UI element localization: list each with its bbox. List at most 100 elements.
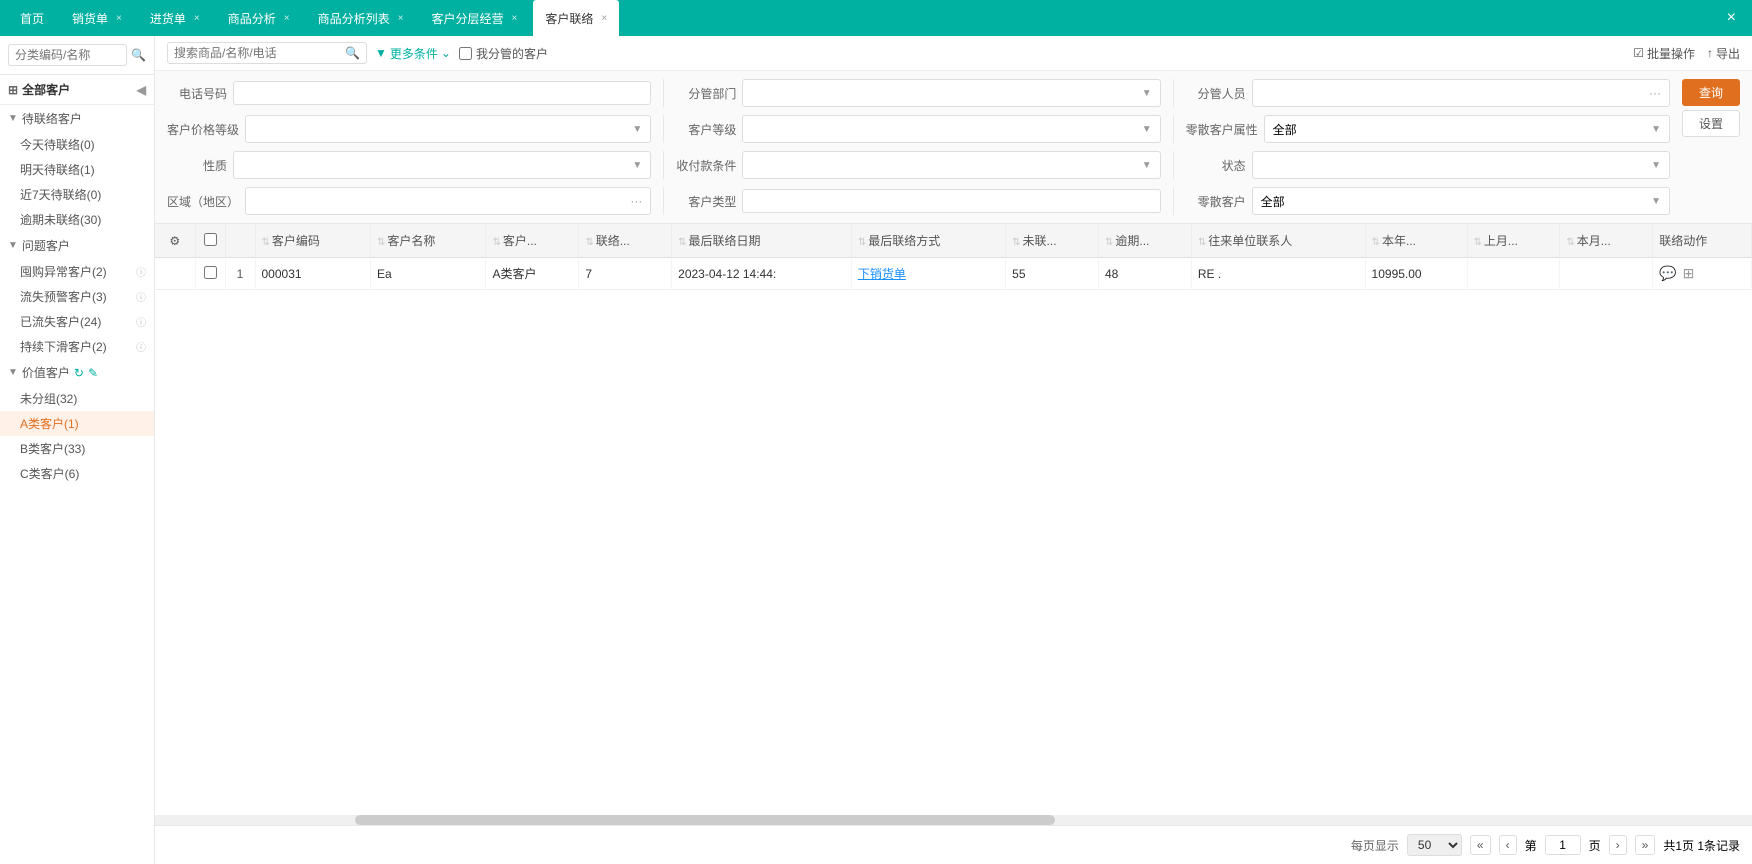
nav-item-analysis-list[interactable]: 商品分析列表 × bbox=[306, 0, 416, 36]
last-method-link[interactable]: 下销货单 bbox=[858, 267, 906, 281]
td-checkbox[interactable] bbox=[195, 258, 225, 290]
value-edit-icon[interactable]: ✎ bbox=[88, 366, 98, 380]
my-customers-checkbox-label[interactable]: 我分管的客户 bbox=[459, 45, 548, 62]
sidebar-item-today[interactable]: 今天待联络(0) bbox=[0, 132, 154, 157]
qr-icon[interactable]: ⊞ bbox=[1683, 265, 1695, 282]
th-contact-count[interactable]: ⇅联络... bbox=[579, 224, 672, 258]
nav-item-analysis[interactable]: 商品分析 × bbox=[216, 0, 302, 36]
nav-purchase-close[interactable]: × bbox=[194, 13, 200, 24]
filter-select-nature[interactable]: ▼ bbox=[233, 151, 651, 179]
td-name[interactable]: Ea bbox=[370, 258, 485, 290]
sidebar-collapse-icon[interactable]: ◀ bbox=[137, 83, 146, 97]
sidebar-search-icon[interactable]: 🔍 bbox=[131, 48, 146, 62]
toolbar-search-input[interactable] bbox=[174, 46, 345, 60]
export-button[interactable]: ↑ 导出 bbox=[1707, 45, 1740, 62]
th-last-month-label: 上月... bbox=[1484, 234, 1518, 248]
close-all-button[interactable]: × bbox=[1719, 5, 1744, 31]
nav-segmentation-close[interactable]: × bbox=[511, 13, 517, 24]
horizontal-scroll-thumb[interactable] bbox=[355, 815, 1055, 825]
horizontal-scrollbar[interactable] bbox=[155, 815, 1752, 825]
filter-select-retail-attr[interactable]: 全部 ▼ bbox=[1264, 115, 1670, 143]
sidebar-item-c-class[interactable]: C类客户(6) bbox=[0, 461, 154, 486]
sort-count-icon: ⇅ bbox=[585, 237, 593, 248]
nav-contact-label: 客户联络 bbox=[545, 10, 593, 27]
th-current-year-label: 本年... bbox=[1382, 234, 1416, 248]
nav-contact-close[interactable]: × bbox=[601, 13, 607, 24]
filter-label-retail: 零散客户 bbox=[1186, 193, 1246, 210]
th-last-date[interactable]: ⇅最后联络日期 bbox=[672, 224, 852, 258]
sidebar-item-abnormal-label: 囤购异常客户(2) bbox=[20, 263, 107, 280]
sidebar-item-churn-warning[interactable]: 流失预警客户(3) ⓘ bbox=[0, 284, 154, 309]
next-page-button[interactable]: › bbox=[1609, 835, 1627, 855]
row-checkbox[interactable] bbox=[204, 266, 217, 279]
filter-more-btn[interactable]: ▼ 更多条件 ⌄ bbox=[375, 45, 451, 62]
filter-label-region: 区域（地区） bbox=[167, 193, 239, 210]
filter-select-payment[interactable]: ▼ bbox=[742, 151, 1160, 179]
per-page-select[interactable]: 50 100 bbox=[1407, 834, 1462, 856]
chat-icon[interactable]: 💬 bbox=[1659, 265, 1676, 282]
last-page-button[interactable]: » bbox=[1635, 835, 1656, 855]
th-level[interactable]: ⇅客户... bbox=[486, 224, 579, 258]
filter-select-cust-level[interactable]: ▼ bbox=[742, 115, 1160, 143]
sidebar-item-a-class[interactable]: A类客户(1) bbox=[0, 411, 154, 436]
nav-item-purchase[interactable]: 进货单 × bbox=[138, 0, 212, 36]
th-settings[interactable]: ⚙ bbox=[155, 224, 195, 258]
nav-item-customer-segmentation[interactable]: 客户分层经营 × bbox=[419, 0, 529, 36]
td-last-method[interactable]: 下销货单 bbox=[851, 258, 1005, 290]
filter-select-retail[interactable]: 全部 ▼ bbox=[1252, 187, 1670, 215]
nav-sales-close[interactable]: × bbox=[116, 13, 122, 24]
sidebar-group-problem[interactable]: ▼ 问题客户 bbox=[0, 232, 154, 259]
sidebar-search-input[interactable] bbox=[8, 44, 127, 66]
sidebar-item-abnormal[interactable]: 囤购异常客户(2) ⓘ bbox=[0, 259, 154, 284]
value-refresh-icon[interactable]: ↻ bbox=[74, 366, 84, 380]
th-overdue[interactable]: ⇅逾期... bbox=[1098, 224, 1191, 258]
th-current-month[interactable]: ⇅本月... bbox=[1560, 224, 1653, 258]
prev-page-button[interactable]: ‹ bbox=[1499, 835, 1517, 855]
filter-input-cust-type[interactable] bbox=[742, 189, 1160, 213]
filter-select-region[interactable]: ··· bbox=[245, 187, 651, 215]
filter-select-person[interactable]: ··· bbox=[1252, 79, 1670, 107]
filter-select-status[interactable]: ▼ bbox=[1252, 151, 1670, 179]
filter-select-price-level[interactable]: ▼ bbox=[245, 115, 651, 143]
th-no-contact[interactable]: ⇅未联... bbox=[1006, 224, 1099, 258]
sidebar-group-value[interactable]: ▼ 价值客户 ↻ ✎ bbox=[0, 359, 154, 386]
toolbar-search-icon[interactable]: 🔍 bbox=[345, 46, 360, 60]
th-name[interactable]: ⇅客户名称 bbox=[370, 224, 485, 258]
th-current-year[interactable]: ⇅本年... bbox=[1365, 224, 1467, 258]
nav-item-sales[interactable]: 销货单 × bbox=[60, 0, 134, 36]
sidebar-item-week[interactable]: 近7天待联络(0) bbox=[0, 182, 154, 207]
divider-2 bbox=[1173, 79, 1174, 107]
filter-select-dept[interactable]: ▼ bbox=[742, 79, 1160, 107]
nav-item-customer-contact[interactable]: 客户联络 × bbox=[533, 0, 619, 36]
query-button[interactable]: 查询 bbox=[1682, 79, 1740, 106]
sidebar-item-tomorrow[interactable]: 明天待联络(1) bbox=[0, 157, 154, 182]
th-code[interactable]: ⇅客户编码 bbox=[255, 224, 370, 258]
th-last-month[interactable]: ⇅上月... bbox=[1467, 224, 1560, 258]
nav-analysis-close[interactable]: × bbox=[284, 13, 290, 24]
sidebar-item-overdue[interactable]: 逾期未联络(30) bbox=[0, 207, 154, 232]
sidebar-item-ungroup[interactable]: 未分组(32) bbox=[0, 386, 154, 411]
sidebar-item-churned[interactable]: 已流失客户(24) ⓘ bbox=[0, 309, 154, 334]
select-all-checkbox[interactable] bbox=[204, 233, 217, 246]
page-number-input[interactable] bbox=[1545, 835, 1581, 855]
triangle-icon: ▼ bbox=[8, 113, 18, 124]
batch-op-button[interactable]: ☑ 批量操作 bbox=[1633, 45, 1695, 62]
settings-button[interactable]: 设置 bbox=[1682, 110, 1740, 137]
nav-analysis-list-close[interactable]: × bbox=[398, 13, 404, 24]
my-customers-checkbox[interactable] bbox=[459, 47, 472, 60]
first-page-button[interactable]: « bbox=[1470, 835, 1491, 855]
sidebar-group-pending[interactable]: ▼ 待联络客户 bbox=[0, 105, 154, 132]
filter-label-price-level: 客户价格等级 bbox=[167, 121, 239, 138]
sidebar-item-declining-label: 持续下滑客户(2) bbox=[20, 338, 107, 355]
sidebar-title: 全部客户 bbox=[22, 81, 70, 98]
sidebar-item-declining[interactable]: 持续下滑客户(2) ⓘ bbox=[0, 334, 154, 359]
th-last-method[interactable]: ⇅最后联络方式 bbox=[851, 224, 1005, 258]
filter-input-phone[interactable] bbox=[233, 81, 651, 105]
th-contact-person[interactable]: ⇅往来单位联系人 bbox=[1191, 224, 1365, 258]
divider-8 bbox=[1173, 187, 1174, 215]
th-checkbox[interactable] bbox=[195, 224, 225, 258]
td-code[interactable]: 000031 bbox=[255, 258, 370, 290]
sidebar-item-b-class[interactable]: B类客户(33) bbox=[0, 436, 154, 461]
th-last-method-label: 最后联络方式 bbox=[868, 234, 940, 248]
nav-item-home[interactable]: 首页 bbox=[8, 0, 56, 36]
